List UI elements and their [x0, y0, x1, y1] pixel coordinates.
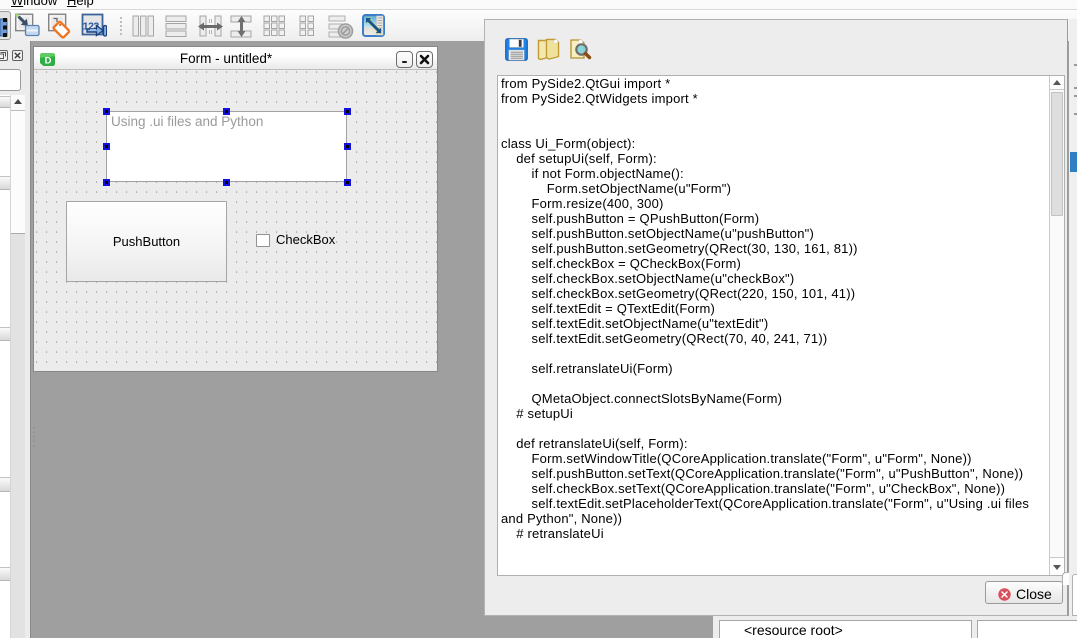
svg-text:D: D: [45, 56, 52, 67]
